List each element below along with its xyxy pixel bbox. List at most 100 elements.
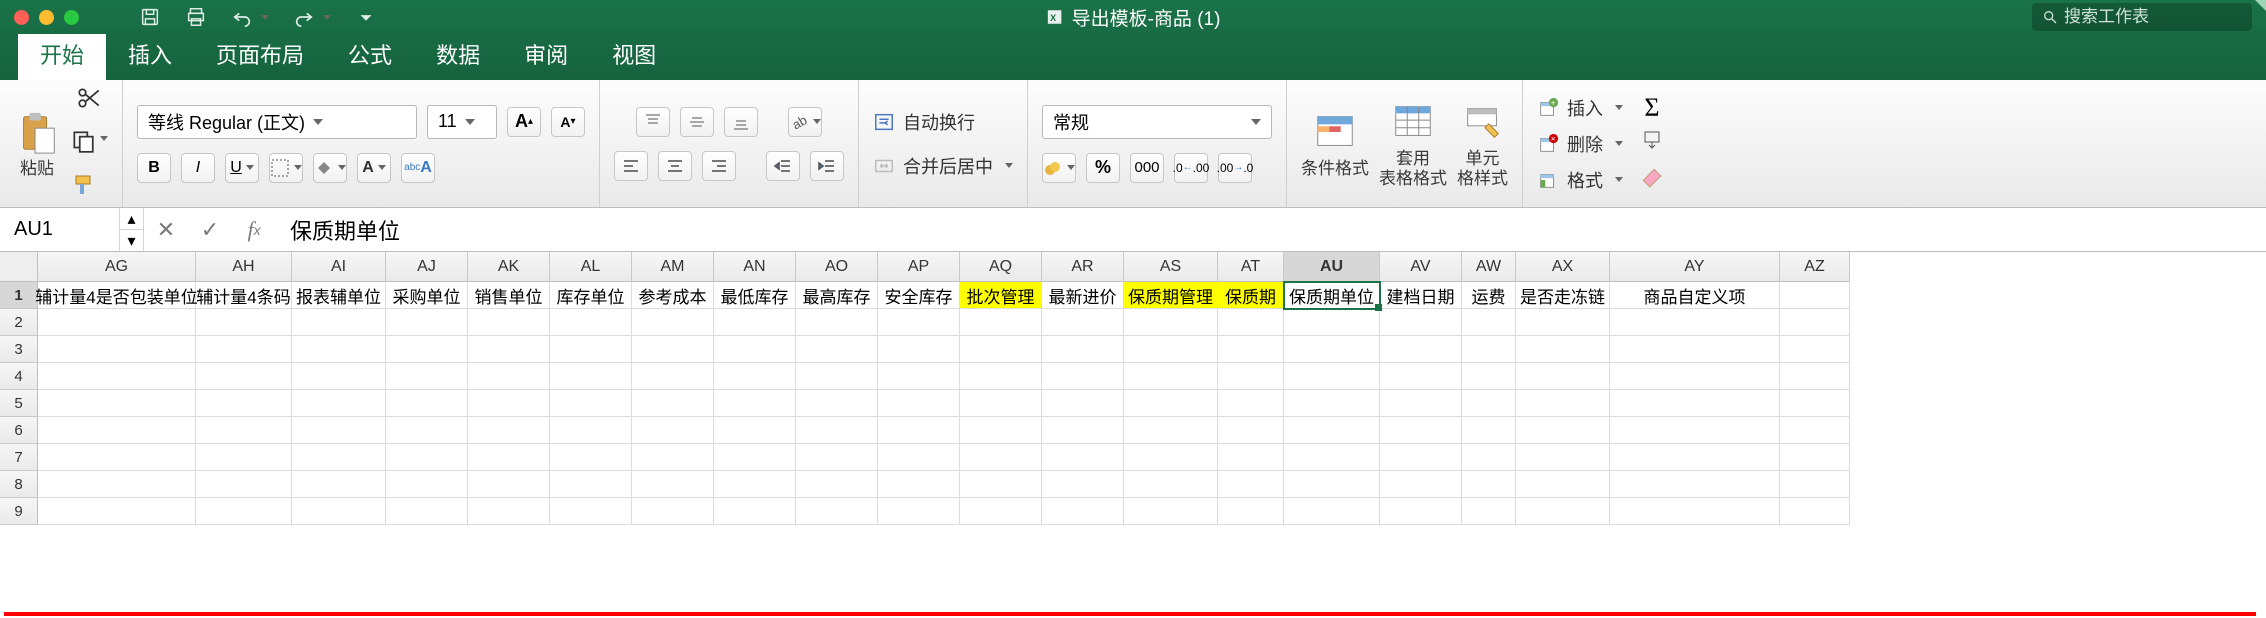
cell-AM5[interactable]	[632, 390, 714, 417]
cell-AM9[interactable]	[632, 498, 714, 525]
cell-AT1[interactable]: 保质期	[1218, 282, 1284, 309]
cell-AU6[interactable]	[1284, 417, 1380, 444]
cell-AG2[interactable]	[38, 309, 196, 336]
cut-button[interactable]	[76, 85, 102, 116]
bold-button[interactable]: B	[137, 153, 171, 183]
column-header-AU[interactable]: AU	[1284, 252, 1380, 282]
cell-AI6[interactable]	[292, 417, 386, 444]
cell-AN9[interactable]	[714, 498, 796, 525]
increase-font-button[interactable]: A▴	[507, 107, 541, 137]
column-header-AI[interactable]: AI	[292, 252, 386, 282]
insert-cells-button[interactable]: +插入	[1537, 95, 1623, 121]
cell-AO3[interactable]	[796, 336, 878, 363]
row-header-3[interactable]: 3	[0, 336, 38, 363]
cell-AL8[interactable]	[550, 471, 632, 498]
cell-AK8[interactable]	[468, 471, 550, 498]
increase-decimal-button[interactable]: .0←.00	[1174, 153, 1208, 183]
cell-AL4[interactable]	[550, 363, 632, 390]
select-all-corner[interactable]	[0, 252, 38, 282]
cell-AP3[interactable]	[878, 336, 960, 363]
cell-AY9[interactable]	[1610, 498, 1780, 525]
cell-AL3[interactable]	[550, 336, 632, 363]
cell-AT8[interactable]	[1218, 471, 1284, 498]
cell-AU9[interactable]	[1284, 498, 1380, 525]
format-as-table-button[interactable]: 套用表格格式	[1379, 99, 1447, 188]
cell-AU3[interactable]	[1284, 336, 1380, 363]
cell-AO8[interactable]	[796, 471, 878, 498]
cell-AV2[interactable]	[1380, 309, 1462, 336]
cell-AI9[interactable]	[292, 498, 386, 525]
cell-AP8[interactable]	[878, 471, 960, 498]
cell-AQ1[interactable]: 批次管理	[960, 282, 1042, 309]
cell-AR5[interactable]	[1042, 390, 1124, 417]
cell-AL5[interactable]	[550, 390, 632, 417]
fill-button[interactable]	[1640, 128, 1664, 157]
cell-AN4[interactable]	[714, 363, 796, 390]
cell-AN8[interactable]	[714, 471, 796, 498]
border-button[interactable]	[269, 153, 303, 183]
search-sheet-box[interactable]	[2032, 3, 2252, 31]
autosum-button[interactable]: Σ	[1644, 93, 1659, 123]
number-format-combo[interactable]: 常规	[1042, 105, 1272, 139]
format-painter-button[interactable]	[74, 171, 104, 202]
cell-AT6[interactable]	[1218, 417, 1284, 444]
undo-button[interactable]	[231, 6, 269, 28]
align-bottom-button[interactable]	[724, 107, 758, 137]
cell-AY3[interactable]	[1610, 336, 1780, 363]
column-header-AX[interactable]: AX	[1516, 252, 1610, 282]
formula-cancel-button[interactable]: ✕	[144, 217, 188, 243]
row-header-6[interactable]: 6	[0, 417, 38, 444]
cell-AX6[interactable]	[1516, 417, 1610, 444]
cell-AV9[interactable]	[1380, 498, 1462, 525]
search-sheet-input[interactable]	[2064, 7, 2242, 27]
row-header-9[interactable]: 9	[0, 498, 38, 525]
cell-AS9[interactable]	[1124, 498, 1218, 525]
redo-button[interactable]	[293, 6, 331, 28]
cell-AT4[interactable]	[1218, 363, 1284, 390]
cell-AV1[interactable]: 建档日期	[1380, 282, 1462, 309]
column-header-AM[interactable]: AM	[632, 252, 714, 282]
merge-center-button[interactable]: 合并后居中	[873, 153, 1013, 179]
cell-AT3[interactable]	[1218, 336, 1284, 363]
cell-AW4[interactable]	[1462, 363, 1516, 390]
row-header-5[interactable]: 5	[0, 390, 38, 417]
fill-color-button[interactable]	[313, 153, 347, 183]
cell-AM4[interactable]	[632, 363, 714, 390]
cell-AU8[interactable]	[1284, 471, 1380, 498]
row-header-4[interactable]: 4	[0, 363, 38, 390]
cell-AU4[interactable]	[1284, 363, 1380, 390]
tab-home[interactable]: 开始	[18, 30, 106, 80]
fullscreen-window-button[interactable]	[64, 10, 79, 25]
cell-AS2[interactable]	[1124, 309, 1218, 336]
cell-AY2[interactable]	[1610, 309, 1780, 336]
decrease-font-button[interactable]: A▾	[551, 107, 585, 137]
cell-AZ5[interactable]	[1780, 390, 1850, 417]
cell-AK3[interactable]	[468, 336, 550, 363]
cell-AR3[interactable]	[1042, 336, 1124, 363]
row-header-2[interactable]: 2	[0, 309, 38, 336]
cell-AN1[interactable]: 最低库存	[714, 282, 796, 309]
cell-AU1[interactable]: 保质期单位	[1284, 282, 1380, 309]
cell-AX1[interactable]: 是否走冻链	[1516, 282, 1610, 309]
cell-AV8[interactable]	[1380, 471, 1462, 498]
cell-AL9[interactable]	[550, 498, 632, 525]
cell-AI2[interactable]	[292, 309, 386, 336]
cell-AH3[interactable]	[196, 336, 292, 363]
cell-AK6[interactable]	[468, 417, 550, 444]
cell-AY6[interactable]	[1610, 417, 1780, 444]
column-header-AK[interactable]: AK	[468, 252, 550, 282]
cell-AO6[interactable]	[796, 417, 878, 444]
cell-AN3[interactable]	[714, 336, 796, 363]
align-left-button[interactable]	[614, 151, 648, 181]
cell-AX8[interactable]	[1516, 471, 1610, 498]
cell-AW8[interactable]	[1462, 471, 1516, 498]
tab-formulas[interactable]: 公式	[326, 30, 414, 80]
cell-AZ2[interactable]	[1780, 309, 1850, 336]
cell-AO1[interactable]: 最高库存	[796, 282, 878, 309]
formula-confirm-button[interactable]: ✓	[188, 217, 232, 243]
insert-function-button[interactable]: fx	[232, 217, 276, 243]
cell-AN5[interactable]	[714, 390, 796, 417]
cell-AH6[interactable]	[196, 417, 292, 444]
cell-AW2[interactable]	[1462, 309, 1516, 336]
cell-AG3[interactable]	[38, 336, 196, 363]
